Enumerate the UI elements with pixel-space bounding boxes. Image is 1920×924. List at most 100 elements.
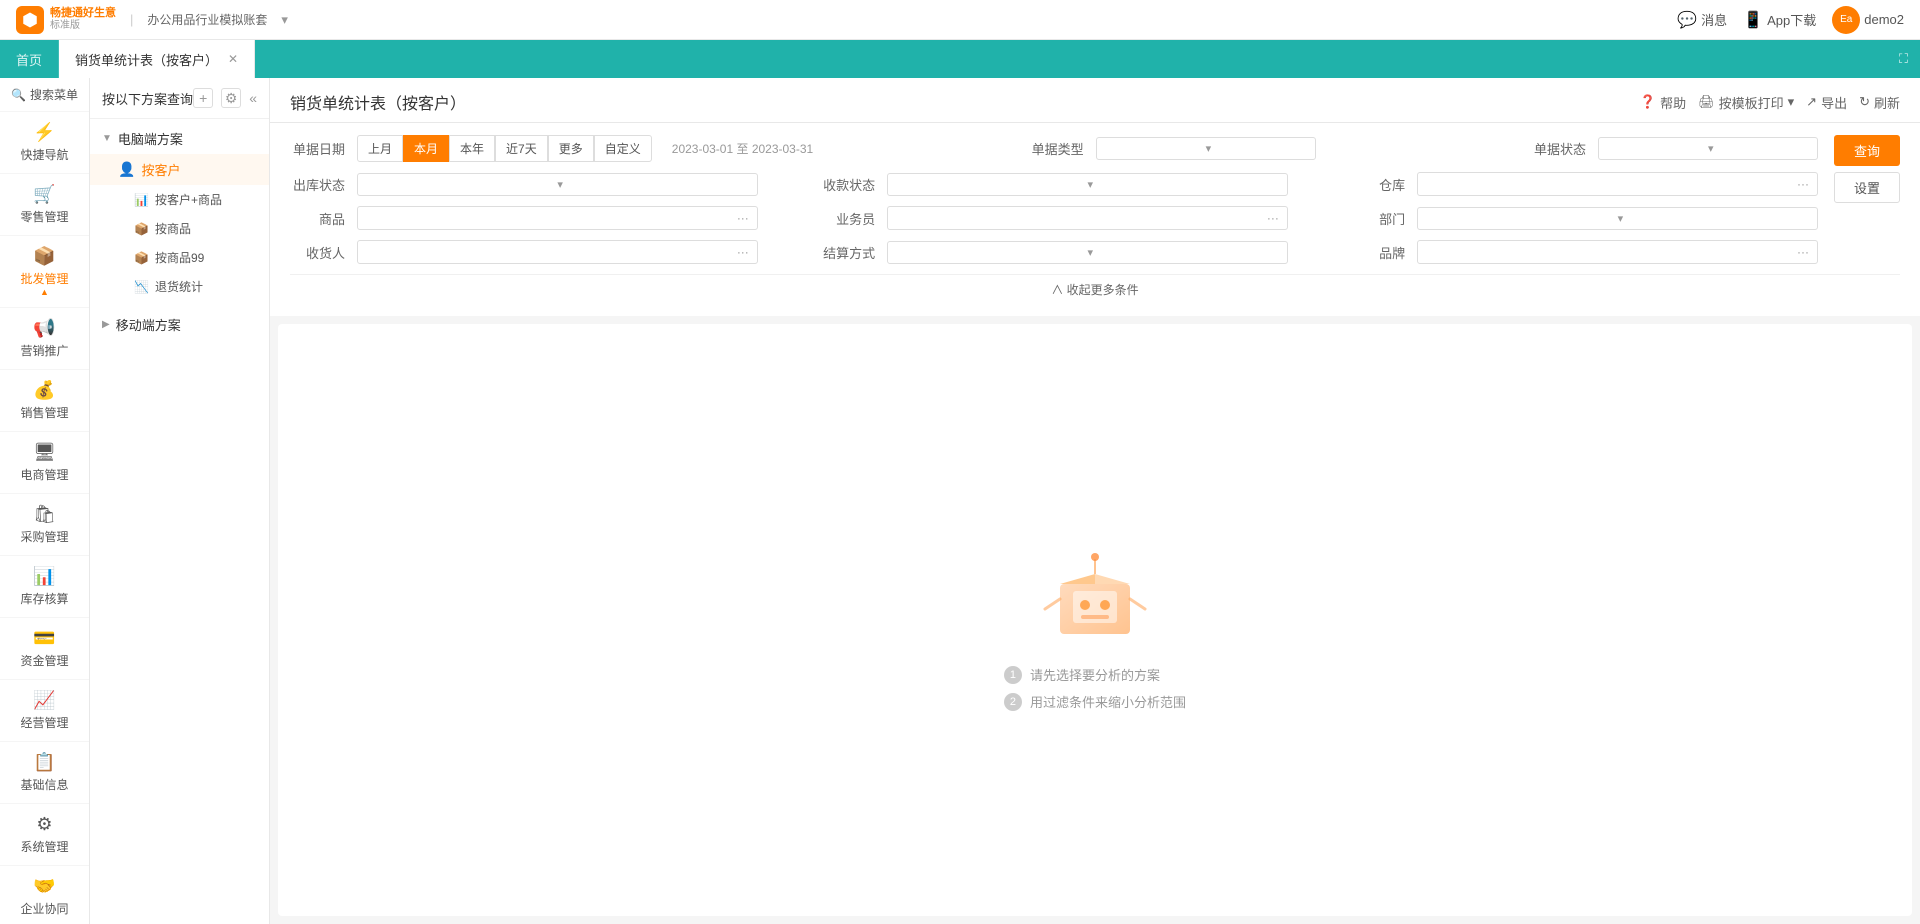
download-icon: 📱 <box>1743 10 1763 30</box>
brand-select-icon[interactable]: ··· <box>1797 245 1809 259</box>
scheme-settings-button[interactable]: ⚙ <box>221 88 241 108</box>
tab-home[interactable]: 首页 <box>0 40 59 78</box>
logo-area: 畅捷通好生意 标准版 <box>16 6 116 34</box>
sidebar-item-inventory[interactable]: 📊 库存核算 <box>0 556 89 618</box>
page-header-top: 销货单统计表（按客户） ❓ 帮助 🖨 按模板打印 ▾ ↗ <box>290 90 1900 114</box>
department-select[interactable]: ▾ <box>1417 207 1818 230</box>
desktop-schemes-header[interactable]: ▼ 电脑端方案 <box>90 123 269 154</box>
doc-type-label: 单据类型 <box>1029 139 1084 158</box>
return-icon: 📉 <box>134 280 149 294</box>
btn-this-year[interactable]: 本年 <box>449 135 495 162</box>
product-input[interactable]: ··· <box>357 206 758 230</box>
sidebar-item-operation[interactable]: 📈 经营管理 <box>0 680 89 742</box>
left-panel: 按以下方案查询 + ⚙ « ▼ 电脑端方案 👤 按客户 <box>90 78 270 924</box>
app-dropdown-icon[interactable]: ▾ <box>281 12 288 28</box>
scheme-by-product-99[interactable]: 📦 按商品99 <box>90 243 269 272</box>
sidebar-search[interactable]: 🔍 搜索菜单 <box>0 78 89 112</box>
btn-more[interactable]: 更多 <box>548 135 594 162</box>
product-select-icon[interactable]: ··· <box>737 211 749 225</box>
empty-tips: 1 请先选择要分析的方案 2 用过滤条件来缩小分析范围 <box>1004 665 1186 711</box>
sidebar-item-wholesale[interactable]: 📦 批发管理 ▲ <box>0 236 89 308</box>
filter-fields: 单据日期 上月 本月 本年 近7天 更多 自定义 2023-03-01 至 20… <box>290 123 1818 274</box>
quick-nav-icon: ⚡ <box>4 122 85 143</box>
doc-status-arrow-icon: ▾ <box>1708 142 1809 155</box>
message-button[interactable]: 💬 消息 <box>1677 10 1727 30</box>
doc-type-arrow-icon: ▾ <box>1206 142 1307 155</box>
btn-last-month[interactable]: 上月 <box>357 135 403 162</box>
desktop-expand-icon: ▼ <box>102 133 112 144</box>
export-button[interactable]: ↗ 导出 <box>1806 93 1847 112</box>
template-print-button[interactable]: 🖨 按模板打印 ▾ <box>1698 93 1794 112</box>
query-buttons: 查询 设置 <box>1834 135 1900 203</box>
btn-this-month[interactable]: 本月 <box>403 135 449 162</box>
payment-status-select[interactable]: ▾ <box>887 173 1288 196</box>
logo-icon <box>16 6 44 34</box>
payment-status-label: 收款状态 <box>820 175 875 194</box>
mobile-schemes-section: ▶ 移动端方案 <box>90 305 269 344</box>
scheme-by-customer-product[interactable]: 📊 按客户+商品 <box>90 185 269 214</box>
tab-close-icon[interactable]: ✕ <box>228 52 238 66</box>
collapse-bar[interactable]: ∧ 收起更多条件 <box>290 274 1900 304</box>
refresh-icon: ↻ <box>1859 94 1870 110</box>
consignee-input[interactable]: ··· <box>357 240 758 264</box>
btn-custom[interactable]: 自定义 <box>594 135 652 162</box>
scheme-by-product[interactable]: 📦 按商品 <box>90 214 269 243</box>
collapse-up-icon: ∧ <box>1051 283 1066 297</box>
scheme-return-stats[interactable]: 📉 退货统计 <box>90 272 269 301</box>
help-button[interactable]: ❓ 帮助 <box>1640 93 1686 112</box>
tab-sales-report[interactable]: 销货单统计表（按客户） ✕ <box>59 40 255 78</box>
page-title: 销货单统计表（按客户） <box>290 90 466 114</box>
department-label: 部门 <box>1350 209 1405 228</box>
brand-input[interactable]: ··· <box>1417 240 1818 264</box>
scheme-by-customer[interactable]: 👤 按客户 <box>90 154 269 185</box>
warehouse-select-icon[interactable]: ··· <box>1797 177 1809 191</box>
sidebar-item-basic[interactable]: 📋 基础信息 <box>0 742 89 804</box>
page-header: 销货单统计表（按客户） ❓ 帮助 🖨 按模板打印 ▾ ↗ <box>270 78 1920 123</box>
warehouse-input[interactable]: ··· <box>1417 172 1818 196</box>
refresh-button[interactable]: ↻ 刷新 <box>1859 93 1900 112</box>
out-status-select[interactable]: ▾ <box>357 173 758 196</box>
app-download-button[interactable]: 📱 App下载 <box>1743 10 1816 30</box>
sidebar-item-purchase[interactable]: 🛍 采购管理 <box>0 494 89 556</box>
content-area: 按以下方案查询 + ⚙ « ▼ 电脑端方案 👤 按客户 <box>90 78 1920 924</box>
add-scheme-button[interactable]: + <box>193 88 213 108</box>
doc-type-select[interactable]: ▾ <box>1096 137 1316 160</box>
mobile-expand-icon: ▶ <box>102 319 110 330</box>
product99-icon: 📦 <box>134 251 149 265</box>
doc-status-label: 单据状态 <box>1531 139 1586 158</box>
sidebar-item-ecommerce[interactable]: 🖥 电商管理 <box>0 432 89 494</box>
export-icon: ↗ <box>1806 94 1817 110</box>
settlement-select[interactable]: ▾ <box>887 241 1288 264</box>
user-menu[interactable]: Ea demo2 <box>1832 6 1904 34</box>
left-panel-header: 按以下方案查询 + ⚙ « <box>90 78 269 119</box>
sidebar-item-sales[interactable]: 💰 销售管理 <box>0 370 89 432</box>
top-bar: 畅捷通好生意 标准版 | 办公用品行业模拟账套 ▾ 💬 消息 📱 App下载 E… <box>0 0 1920 40</box>
query-button[interactable]: 查询 <box>1834 135 1900 166</box>
logo-text: 畅捷通好生意 标准版 <box>50 7 116 32</box>
sidebar-item-system[interactable]: ⚙ 系统管理 <box>0 804 89 866</box>
sidebar-item-marketing[interactable]: 📢 营销推广 <box>0 308 89 370</box>
tab-expand-button[interactable]: ⛶ <box>1887 40 1920 78</box>
sidebar-item-cooperation[interactable]: 🤝 企业协同 <box>0 866 89 924</box>
btn-last7days[interactable]: 近7天 <box>495 135 548 162</box>
expand-icon: ⛶ <box>1899 51 1908 67</box>
mobile-schemes-header[interactable]: ▶ 移动端方案 <box>90 309 269 340</box>
salesperson-label: 业务员 <box>820 209 875 228</box>
settings-button[interactable]: 设置 <box>1834 172 1900 203</box>
print-icon: 🖨 <box>1698 94 1715 110</box>
customer-icon: 👤 <box>118 161 135 178</box>
salesperson-select-icon[interactable]: ··· <box>1267 211 1279 225</box>
avatar: Ea <box>1832 6 1860 34</box>
sidebar-item-finance[interactable]: 💳 资金管理 <box>0 618 89 680</box>
empty-state: 1 请先选择要分析的方案 2 用过滤条件来缩小分析范围 <box>278 324 1912 916</box>
consignee-select-icon[interactable]: ··· <box>737 245 749 259</box>
filter-row-wrap: 单据日期 上月 本月 本年 近7天 更多 自定义 2023-03-01 至 20… <box>290 123 1900 274</box>
salesperson-input[interactable]: ··· <box>887 206 1288 230</box>
sidebar: 🔍 搜索菜单 ⚡ 快捷导航 🛒 零售管理 📦 批发管理 ▲ 📢 营销推广 💰 销… <box>0 78 90 924</box>
help-icon: ❓ <box>1640 94 1656 110</box>
sidebar-item-retail[interactable]: 🛒 零售管理 <box>0 174 89 236</box>
collapse-panel-button[interactable]: « <box>249 90 257 106</box>
sidebar-quick-nav[interactable]: ⚡ 快捷导航 <box>0 112 89 174</box>
settlement-label: 结算方式 <box>820 243 875 262</box>
doc-status-select[interactable]: ▾ <box>1598 137 1818 160</box>
